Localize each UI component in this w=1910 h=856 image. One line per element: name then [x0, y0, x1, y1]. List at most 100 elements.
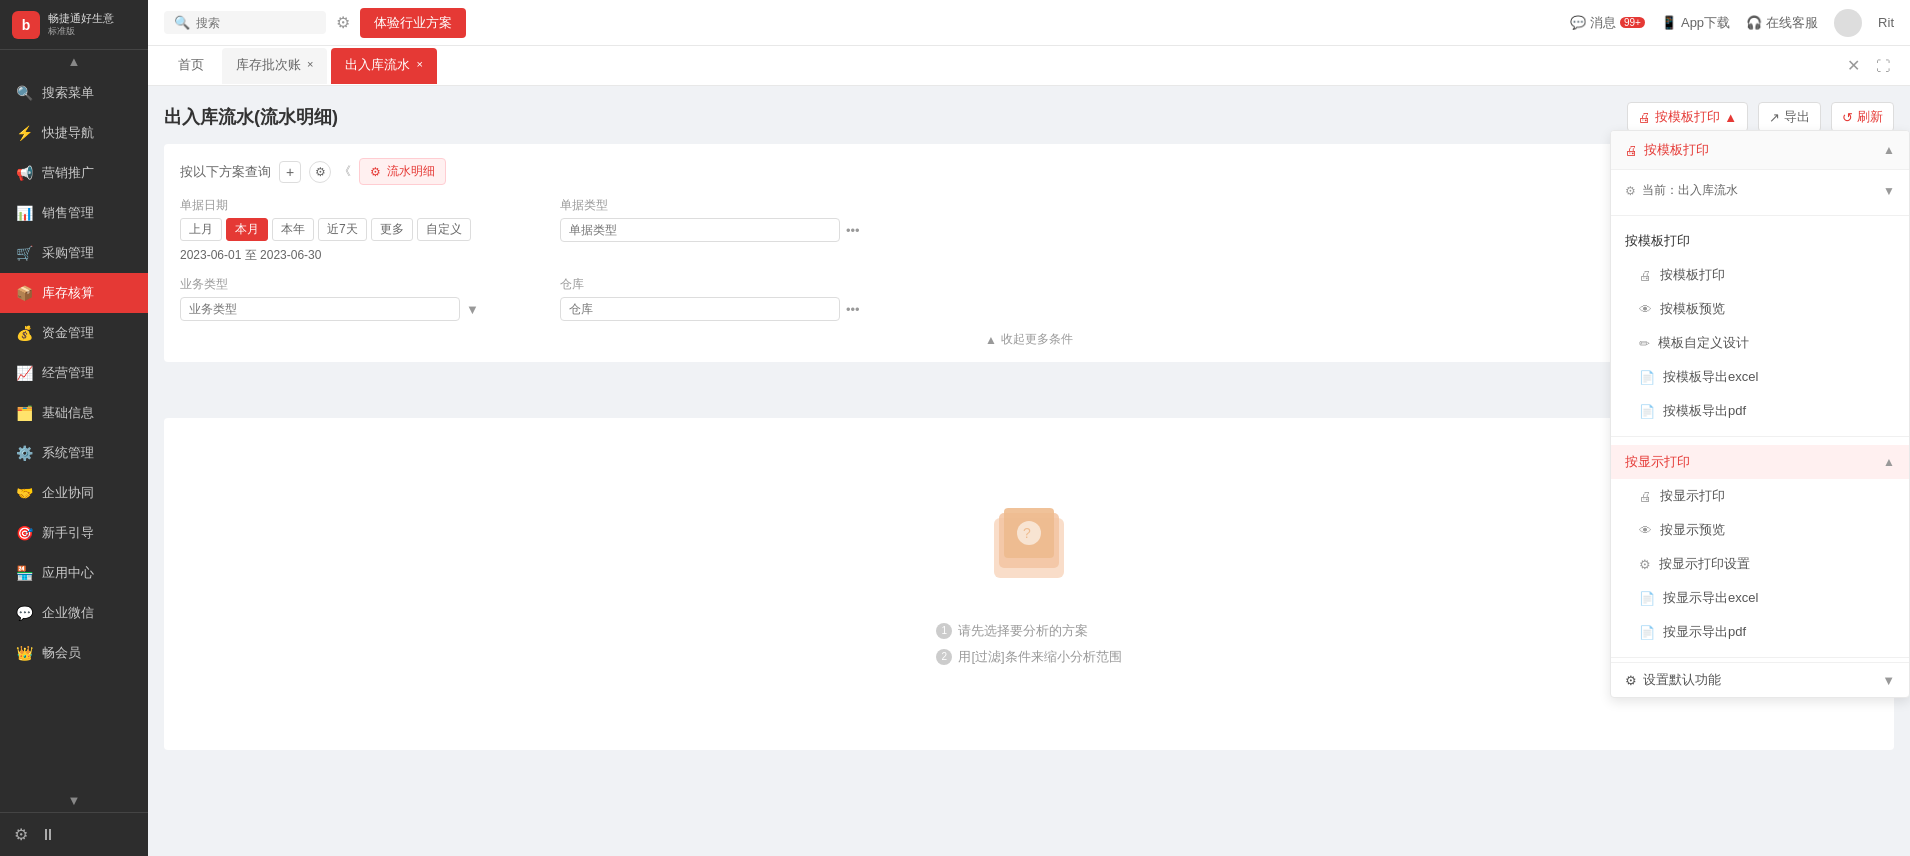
purchase-label: 采购管理: [42, 244, 94, 262]
display-excel-label: 按显示导出excel: [1663, 589, 1758, 607]
sidebar-item-appstore[interactable]: 🏪 应用中心: [0, 553, 148, 593]
topbar-gear-icon[interactable]: ⚙: [336, 13, 350, 32]
marketing-label: 营销推广: [42, 164, 94, 182]
date-btn-this-month[interactable]: 本月: [226, 218, 268, 241]
dropdown-item-display-pdf[interactable]: 📄 按显示导出pdf: [1611, 615, 1909, 649]
sidebar-item-purchase[interactable]: 🛒 采购管理: [0, 233, 148, 273]
tab-expand-icon[interactable]: ⛶: [1872, 54, 1894, 78]
collapse-icon[interactable]: ⏸: [40, 826, 56, 844]
settings-icon[interactable]: ⚙: [14, 825, 28, 844]
filter-collapse-chevron[interactable]: 《: [339, 163, 351, 180]
dropdown-section-template: 按模板打印 🖨 按模板打印 👁 按模板预览 ✏ 模板自定义设计 📄 按模板导出e…: [1611, 220, 1909, 432]
filter-settings-btn[interactable]: ⚙: [309, 161, 331, 183]
search-icon: 🔍: [14, 83, 34, 103]
dropdown-item-display-print[interactable]: 🖨 按显示打印: [1611, 479, 1909, 513]
export-btn[interactable]: ↗ 导出: [1758, 102, 1821, 132]
collapse-btn[interactable]: ▲ 收起更多条件: [985, 331, 1073, 348]
dropdown-current-section: ⚙ 当前：出入库流水 ▼: [1611, 170, 1909, 211]
template-section-header[interactable]: 按模板打印: [1611, 224, 1909, 258]
template-print-btn[interactable]: 🖨 按模板打印 ▲: [1627, 102, 1748, 132]
online-service-action[interactable]: 🎧 在线客服: [1746, 14, 1818, 32]
template-excel-icon: 📄: [1639, 370, 1655, 385]
sidebar-item-search[interactable]: 🔍 搜索菜单: [0, 73, 148, 113]
dropdown-title-label: 按模板打印: [1644, 141, 1709, 159]
tab-batch[interactable]: 库存批次账 ×: [222, 48, 327, 84]
date-btn-custom[interactable]: 自定义: [417, 218, 471, 241]
message-action[interactable]: 💬 消息 99+: [1570, 14, 1645, 32]
dropdown-item-template-excel[interactable]: 📄 按模板导出excel: [1611, 360, 1909, 394]
headset-icon: 🎧: [1746, 15, 1762, 30]
display-section-header[interactable]: 按显示打印 ▲: [1611, 445, 1909, 479]
sidebar-item-sales[interactable]: 📊 销售管理: [0, 193, 148, 233]
search-label: 搜索菜单: [42, 84, 94, 102]
member-icon: 👑: [14, 643, 34, 663]
industry-btn[interactable]: 体验行业方案: [360, 8, 466, 38]
wechat-label: 企业微信: [42, 604, 94, 622]
tab-home[interactable]: 首页: [164, 48, 218, 84]
sidebar-item-member[interactable]: 👑 畅会员: [0, 633, 148, 673]
tab-batch-close-btn[interactable]: ×: [307, 59, 313, 70]
dropdown-item-template-design[interactable]: ✏ 模板自定义设计: [1611, 326, 1909, 360]
dropdown-item-display-preview[interactable]: 👁 按显示预览: [1611, 513, 1909, 547]
filter-header-label: 按以下方案查询: [180, 163, 271, 181]
dropdown-item-template-print[interactable]: 🖨 按模板打印: [1611, 258, 1909, 292]
date-btn-last-month[interactable]: 上月: [180, 218, 222, 241]
sidebar-scroll-up[interactable]: ▲: [0, 50, 148, 73]
basic-icon: 🗂️: [14, 403, 34, 423]
dropdown-close-chevron[interactable]: ▲: [1883, 143, 1895, 157]
refresh-btn[interactable]: ↺ 刷新: [1831, 102, 1894, 132]
current-template-chevron[interactable]: ▼: [1883, 184, 1895, 198]
username-label[interactable]: Rit: [1878, 15, 1894, 30]
search-input[interactable]: [196, 16, 316, 30]
tab-inout-label: 出入库流水: [345, 56, 410, 74]
bill-type-more-icon[interactable]: •••: [846, 223, 860, 238]
dropdown-header-title: 🖨 按模板打印: [1625, 141, 1709, 159]
app-download-action[interactable]: 📱 App下载: [1661, 14, 1730, 32]
filter-tag-label: 流水明细: [387, 163, 435, 180]
main-content: 🔍 ⚙ 体验行业方案 💬 消息 99+ 📱 App下载 🎧 在线客服 Rit: [148, 0, 1910, 856]
sidebar-item-marketing[interactable]: 📢 营销推广: [0, 153, 148, 193]
basic-label: 基础信息: [42, 404, 94, 422]
dropdown-item-display-excel[interactable]: 📄 按显示导出excel: [1611, 581, 1909, 615]
tab-window-close-icon[interactable]: ✕: [1843, 52, 1864, 79]
dropdown-footer[interactable]: ⚙ 设置默认功能 ▼: [1611, 662, 1909, 697]
sidebar-item-basic[interactable]: 🗂️ 基础信息: [0, 393, 148, 433]
business-type-chevron[interactable]: ▼: [466, 302, 479, 317]
operation-icon: 📈: [14, 363, 34, 383]
date-btn-more[interactable]: 更多: [371, 218, 413, 241]
printer-icon: 🖨: [1638, 110, 1651, 125]
date-btn-7days[interactable]: 近7天: [318, 218, 367, 241]
online-service-label: 在线客服: [1766, 14, 1818, 32]
warehouse-input[interactable]: [560, 297, 840, 321]
sidebar-item-operation[interactable]: 📈 经营管理: [0, 353, 148, 393]
filter-add-btn[interactable]: +: [279, 161, 301, 183]
tab-inout-close-btn[interactable]: ×: [416, 59, 422, 70]
sidebar-item-system[interactable]: ⚙️ 系统管理: [0, 433, 148, 473]
sidebar-item-finance[interactable]: 💰 资金管理: [0, 313, 148, 353]
filter-tag[interactable]: ⚙ 流水明细: [359, 158, 446, 185]
sales-label: 销售管理: [42, 204, 94, 222]
sidebar-item-guide[interactable]: 🎯 新手引导: [0, 513, 148, 553]
sidebar-scroll-down[interactable]: ▼: [0, 789, 148, 812]
date-label: 单据日期: [180, 197, 540, 214]
dropdown-item-template-pdf[interactable]: 📄 按模板导出pdf: [1611, 394, 1909, 428]
date-btn-this-year[interactable]: 本年: [272, 218, 314, 241]
sidebar-item-quicknav[interactable]: ⚡ 快捷导航: [0, 113, 148, 153]
sidebar-item-collab[interactable]: 🤝 企业协同: [0, 473, 148, 513]
sidebar-item-wechat[interactable]: 💬 企业微信: [0, 593, 148, 633]
warehouse-more-icon[interactable]: •••: [846, 302, 860, 317]
template-pdf-label: 按模板导出pdf: [1663, 402, 1746, 420]
sidebar-item-inventory[interactable]: 📦 库存核算: [0, 273, 148, 313]
tab-batch-label: 库存批次账: [236, 56, 301, 74]
footer-chevron: ▼: [1882, 673, 1895, 688]
topbar-search-box: 🔍: [164, 11, 326, 34]
filter-billtype-group: 单据类型 •••: [560, 197, 880, 242]
purchase-icon: 🛒: [14, 243, 34, 263]
business-type-input[interactable]: [180, 297, 460, 321]
tab-inout[interactable]: 出入库流水 ×: [331, 48, 436, 84]
avatar[interactable]: [1834, 9, 1862, 37]
logo-icon: b: [12, 11, 40, 39]
dropdown-item-display-settings[interactable]: ⚙ 按显示打印设置: [1611, 547, 1909, 581]
bill-type-input[interactable]: [560, 218, 840, 242]
dropdown-item-template-preview[interactable]: 👁 按模板预览: [1611, 292, 1909, 326]
